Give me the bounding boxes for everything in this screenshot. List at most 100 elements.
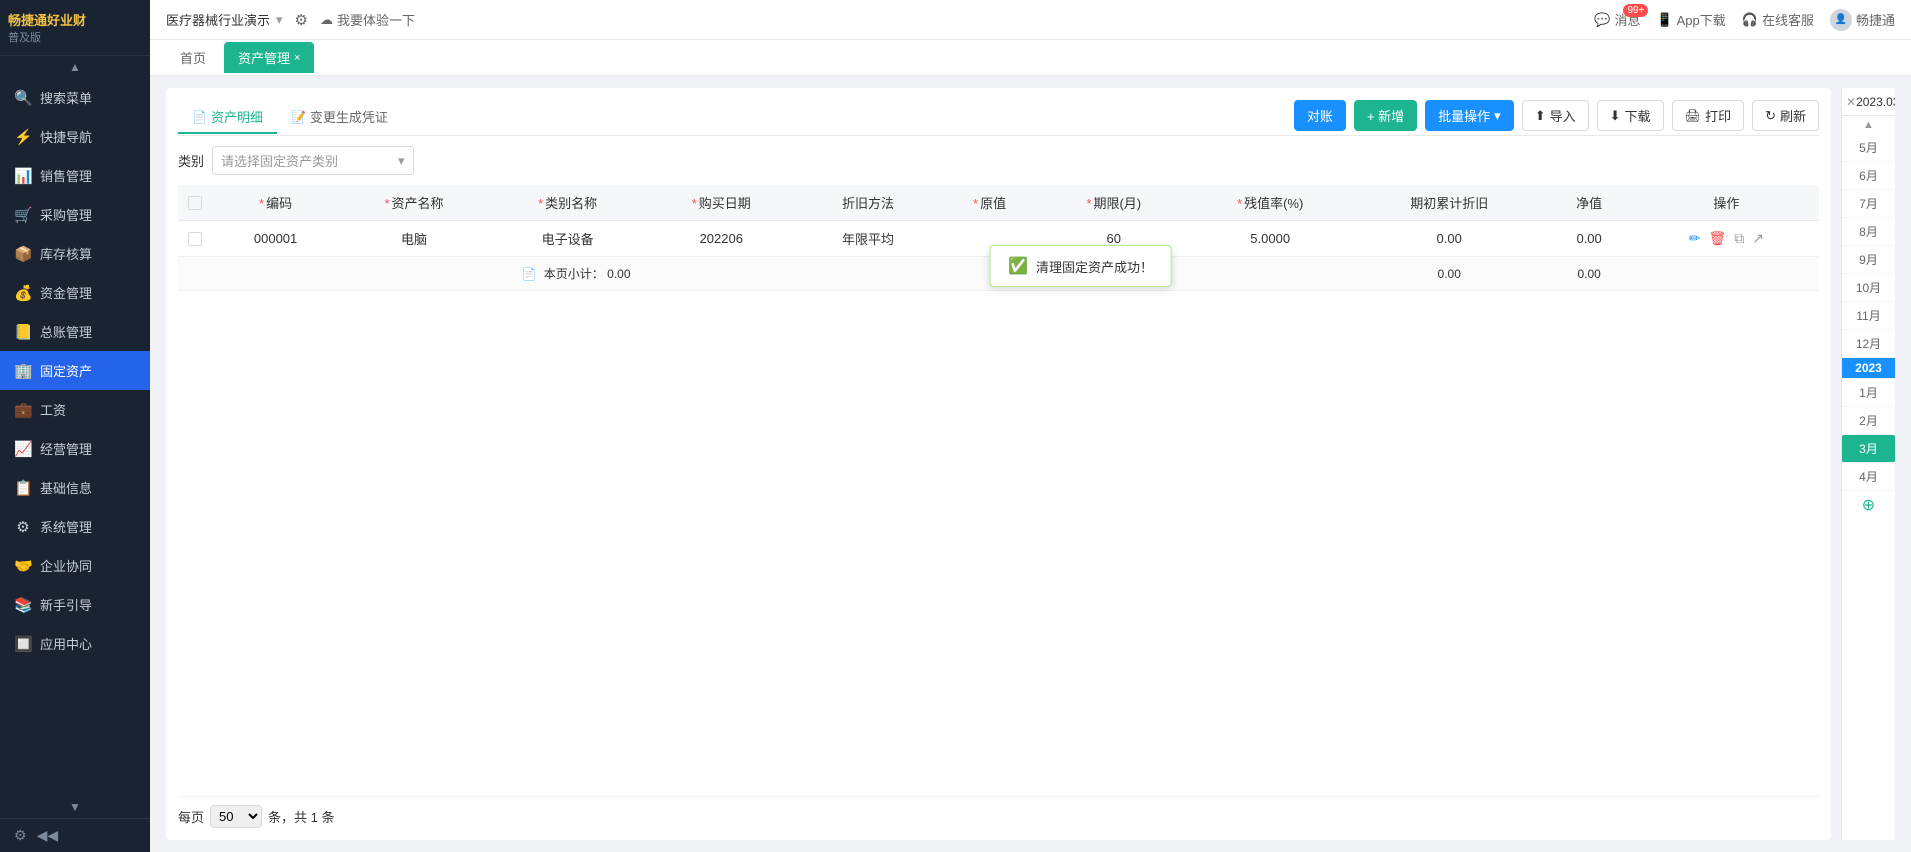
batch-btn-label: 批量操作 (1438, 106, 1490, 125)
cell-net-0: 0.00 (1544, 221, 1633, 257)
right-panel: ✕ 2023.03 ⤢ ▲ 5月6月7月8月9月10月11月12月20231月2… (1841, 88, 1895, 840)
batch-btn[interactable]: 批量操作 ▾ (1425, 100, 1514, 131)
tab-close-icon[interactable]: × (294, 52, 300, 64)
content-main: 📄 资产明细 📝 变更生成凭证 对账 + 新增 批量操作 ▾ ⬆ (166, 88, 1831, 840)
asset-detail-icon: 📄 (192, 110, 207, 124)
account-btn[interactable]: 对账 (1294, 100, 1346, 131)
row-checkbox-0[interactable] (188, 232, 202, 246)
month-item[interactable]: 7月 (1842, 190, 1895, 218)
print-btn[interactable]: 🖨 打印 (1672, 100, 1745, 131)
month-item[interactable]: 12月 (1842, 330, 1895, 358)
sidebar-label-system: 系统管理 (40, 517, 92, 536)
table-wrap: *编码 *资产名称 *类别名称 *购买日期 折旧方法 *原值 *期限(月) *残… (178, 185, 1819, 796)
download-btn[interactable]: ⬇ 下载 (1597, 100, 1664, 131)
refresh-icon: ↻ (1765, 108, 1776, 124)
refresh-btn[interactable]: ↻ 刷新 (1752, 100, 1819, 131)
delete-icon-0[interactable]: 🗑 (1709, 230, 1727, 247)
app-download-btn[interactable]: 📱 App下载 (1656, 10, 1725, 29)
app-title: 畅捷通好业财 (8, 10, 142, 29)
topbar: 医疗器械行业演示 ▾ ⚙ ☁ 我要体验一下 💬 消息 99+ 📱 App下载 🎧… (150, 0, 1911, 40)
print-label: 打印 (1705, 106, 1731, 125)
select-all-checkbox[interactable] (188, 196, 202, 210)
month-item[interactable]: 4月 (1842, 463, 1895, 491)
subtotal-icon: 📄 (522, 267, 537, 281)
more-icon-0[interactable]: ↗ (1752, 230, 1764, 247)
panel-scroll-up[interactable]: ▲ (1842, 116, 1895, 134)
sidebar-label-cooperation: 企业协同 (40, 556, 92, 575)
edit-icon-0[interactable]: ✏ (1689, 230, 1701, 247)
copy-icon-0[interactable]: ⧉ (1734, 230, 1744, 247)
batch-arrow-icon: ▾ (1494, 108, 1501, 124)
app-download-icon: 📱 (1656, 12, 1672, 28)
cell-initial-0: 0.00 (1354, 221, 1544, 257)
sidebar-item-fixed-assets[interactable]: 🏢固定资产 (0, 351, 150, 390)
import-btn[interactable]: ⬆ 导入 (1522, 100, 1589, 131)
sidebar-label-guide: 新手引导 (40, 595, 92, 614)
per-page-select[interactable]: 50 100 (210, 805, 262, 828)
subtotal-net: 0.00 (1544, 257, 1633, 291)
month-item[interactable]: 11月 (1842, 302, 1895, 330)
new-btn[interactable]: + 新增 (1354, 100, 1417, 131)
sidebar-scroll-down[interactable]: ▼ (0, 796, 150, 818)
category-select[interactable]: 请选择固定资产类别 ▾ (212, 146, 414, 175)
online-service-btn[interactable]: 🎧 在线客服 (1742, 10, 1814, 29)
experience-btn[interactable]: ☁ 我要体验一下 (320, 10, 415, 29)
inventory-icon: 📦 (14, 245, 32, 263)
sidebar-item-purchase[interactable]: 🛒采购管理 (0, 195, 150, 234)
sidebar-scroll-up[interactable]: ▲ (0, 56, 150, 78)
month-item[interactable]: 3月 (1842, 435, 1895, 463)
header-code: *编码 (214, 185, 337, 221)
user-menu-btn[interactable]: 👤 畅捷通 (1830, 9, 1895, 31)
month-item[interactable]: 10月 (1842, 274, 1895, 302)
sub-tab-change-voucher[interactable]: 📝 变更生成凭证 (277, 101, 402, 134)
month-item[interactable]: 1月 (1842, 379, 1895, 407)
month-item[interactable]: 8月 (1842, 218, 1895, 246)
sidebar-item-inventory[interactable]: 📦库存核算 (0, 234, 150, 273)
company-selector[interactable]: 医疗器械行业演示 ▾ (166, 10, 283, 29)
sidebar-item-quick-nav[interactable]: ⚡ 快捷导航 (0, 117, 150, 156)
sidebar-item-fund[interactable]: 💰资金管理 (0, 273, 150, 312)
category-placeholder: 请选择固定资产类别 (221, 151, 338, 170)
collapse-icon[interactable]: ◀◀ (37, 827, 59, 844)
sidebar-item-cooperation[interactable]: 🤝企业协同 (0, 546, 150, 585)
toolbar: 对账 + 新增 批量操作 ▾ ⬆ 导入 ⬇ 下载 🖨 (1294, 100, 1819, 135)
sidebar-label-ledger: 总账管理 (40, 322, 92, 341)
quick-nav-icon: ⚡ (14, 128, 32, 146)
settings-gear-icon[interactable]: ⚙ (295, 11, 308, 29)
month-item[interactable]: 2月 (1842, 407, 1895, 435)
sidebar-item-system[interactable]: ⚙系统管理 (0, 507, 150, 546)
header-name: *资产名称 (337, 185, 491, 221)
sidebar-label-app-center: 应用中心 (40, 634, 92, 653)
tab-home[interactable]: 首页 (166, 42, 220, 73)
sidebar-label-quick-nav: 快捷导航 (40, 127, 92, 146)
sidebar-item-basic-info[interactable]: 📋基础信息 (0, 468, 150, 507)
month-item[interactable]: 6月 (1842, 162, 1895, 190)
panel-bottom-action[interactable]: ⊕ (1842, 491, 1895, 519)
settings-icon[interactable]: ⚙ (14, 827, 27, 844)
panel-bottom-icon: ⊕ (1862, 497, 1875, 514)
sidebar-item-guide[interactable]: 📚新手引导 (0, 585, 150, 624)
change-voucher-icon: 📝 (291, 110, 306, 124)
panel-close-btn[interactable]: ✕ (1846, 95, 1856, 109)
sub-tab-asset-detail[interactable]: 📄 资产明细 (178, 101, 277, 134)
sidebar-item-salary[interactable]: 💼工资 (0, 390, 150, 429)
sidebar-label-sales: 销售管理 (40, 166, 92, 185)
import-label: 导入 (1550, 106, 1576, 125)
header-depreciation: 折旧方法 (798, 185, 938, 221)
sidebar-label-fund: 资金管理 (40, 283, 92, 302)
sidebar-item-sales[interactable]: 📊销售管理 (0, 156, 150, 195)
tabs-bar: 首页 资产管理 × (150, 40, 1911, 76)
cell-category-0: 电子设备 (491, 221, 645, 257)
message-btn[interactable]: 💬 消息 99+ (1594, 10, 1640, 29)
month-item[interactable]: 5月 (1842, 134, 1895, 162)
sidebar-item-app-center[interactable]: 🔲应用中心 (0, 624, 150, 663)
month-item[interactable]: 9月 (1842, 246, 1895, 274)
sidebar-item-business-mgmt[interactable]: 📈经营管理 (0, 429, 150, 468)
sidebar-label-search: 搜索菜单 (40, 88, 92, 107)
print-icon: 🖨 (1685, 108, 1702, 124)
tab-asset-mgmt[interactable]: 资产管理 × (224, 42, 314, 73)
sidebar-item-ledger[interactable]: 📒总账管理 (0, 312, 150, 351)
header-action: 操作 (1634, 185, 1819, 221)
fixed-assets-icon: 🏢 (14, 362, 32, 380)
sidebar-item-search[interactable]: 🔍搜索菜单 (0, 78, 150, 117)
